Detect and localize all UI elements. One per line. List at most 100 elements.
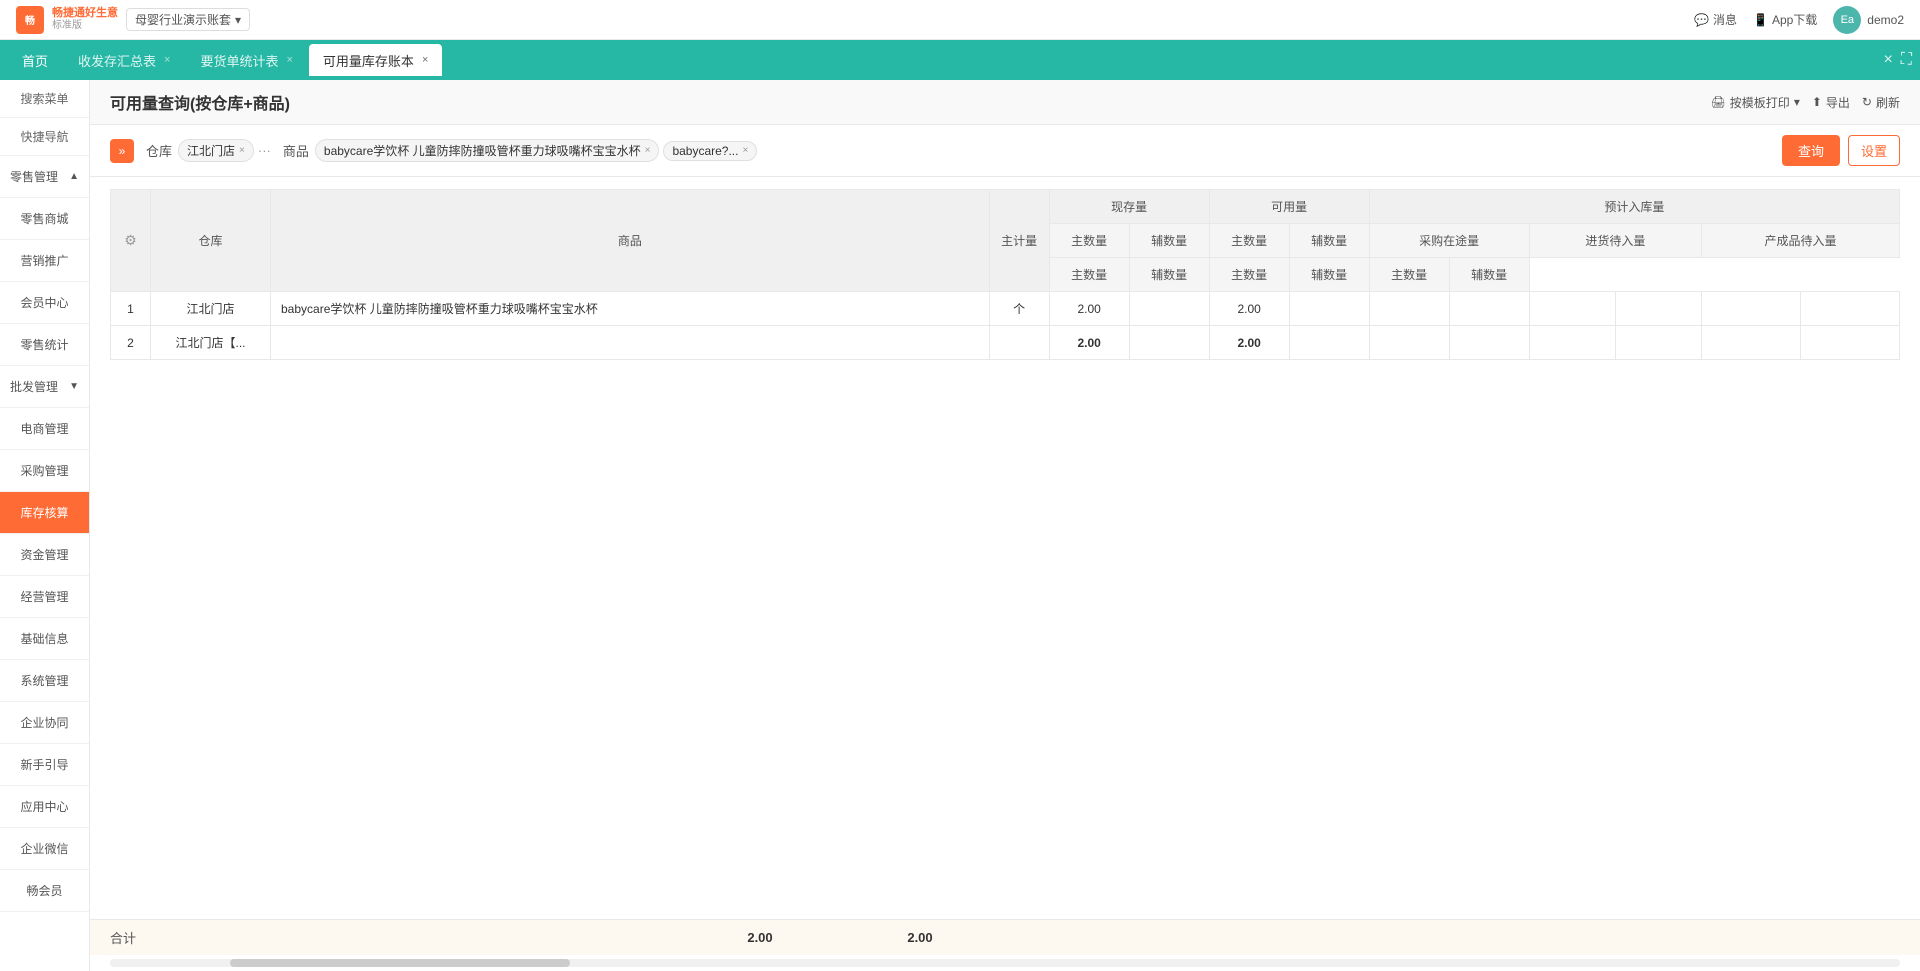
tab-close-all-btn[interactable]: × <box>1883 51 1892 69</box>
export-btn[interactable]: ⬆ 导出 <box>1812 94 1850 111</box>
sidebar-search-label: 搜索菜单 <box>20 92 68 106</box>
tab-available-label: 可用量库存账本 <box>323 51 414 70</box>
sidebar-item-finance[interactable]: 资金管理 <box>0 534 89 576</box>
col-avail-main-header: 主数量 <box>1209 224 1289 258</box>
sidebar-item-enterprise[interactable]: 企业协同 <box>0 702 89 744</box>
print-label: 按模板打印 <box>1730 94 1790 111</box>
row1-unit: 个 <box>989 292 1049 326</box>
row1-inbound-aux <box>1615 292 1701 326</box>
col-finished-main-header: 主数量 <box>1369 258 1449 292</box>
row1-index: 1 <box>111 292 151 326</box>
main-layout: 搜索菜单 快捷导航 零售管理 ▲ 零售商城 营销推广 会员中心 零售统计 批发管… <box>0 80 1920 971</box>
sidebar-item-app-center[interactable]: 应用中心 <box>0 786 89 828</box>
product-tag2-close[interactable]: × <box>742 145 748 156</box>
store-selector[interactable]: 母婴行业演示账套 ▾ <box>126 8 250 31</box>
tab-receive[interactable]: 收发存汇总表 × <box>64 44 184 76</box>
app-logo: 畅 <box>16 6 44 34</box>
sidebar-item-member[interactable]: 会员中心 <box>0 282 89 324</box>
query-btn[interactable]: 查询 <box>1782 135 1840 166</box>
warehouse-tag-jiangbei[interactable]: 江北门店 × <box>178 139 254 162</box>
message-btn[interactable]: 💬 消息 <box>1694 11 1737 28</box>
sidebar-item-wechat-biz[interactable]: 企业微信 <box>0 828 89 870</box>
refresh-btn[interactable]: ↻ 刷新 <box>1862 94 1900 111</box>
row1-stock-aux <box>1129 292 1209 326</box>
product-tag-babycare[interactable]: babycare学饮杯 儿童防摔防撞吸管杯重力球吸嘴杯宝宝水杯 × <box>315 139 660 162</box>
sidebar-item-ecommerce[interactable]: 电商管理 <box>0 408 89 450</box>
product-tags: babycare学饮杯 儿童防摔防撞吸管杯重力球吸嘴杯宝宝水杯 × babyca… <box>315 139 757 162</box>
warehouse-tags: 江北门店 × ··· <box>178 139 271 162</box>
footer-total-label: 合计 <box>110 928 210 947</box>
row1-purchase-aux <box>1449 292 1529 326</box>
col-inbound-main-header: 主数量 <box>1209 258 1289 292</box>
tab-receive-close[interactable]: × <box>164 54 170 66</box>
col-purchase-main-header: 主数量 <box>1049 258 1129 292</box>
col-gear: ⚙ <box>111 190 151 292</box>
gear-icon[interactable]: ⚙ <box>124 232 137 248</box>
warehouse-tag-close[interactable]: × <box>239 145 245 156</box>
tab-available-close[interactable]: × <box>422 54 428 66</box>
row2-index: 2 <box>111 326 151 360</box>
sidebar-item-operation[interactable]: 经营管理 <box>0 576 89 618</box>
table-row: 1 江北门店 babycare学饮杯 儿童防摔防撞吸管杯重力球吸嘴杯宝宝水杯 个… <box>111 292 1900 326</box>
col-finished-aux-header: 辅数量 <box>1449 258 1529 292</box>
tab-available[interactable]: 可用量库存账本 × <box>309 44 442 76</box>
horizontal-scrollbar[interactable] <box>110 959 1900 967</box>
product-tag2-text: babycare?... <box>672 144 738 158</box>
sidebar-item-purchase[interactable]: 采购管理 <box>0 450 89 492</box>
tab-fullscreen-btn[interactable]: ⛶ <box>1901 51 1912 69</box>
page-title: 可用量查询(按仓库+商品) <box>110 90 290 114</box>
tab-order-stat-label: 要货单统计表 <box>200 51 278 70</box>
product-filter-label: 商品 <box>283 141 309 160</box>
warehouse-more-dots[interactable]: ··· <box>258 143 271 158</box>
print-btn[interactable]: 🖨 按模板打印 ▾ <box>1711 94 1800 111</box>
row2-stock-main: 2.00 <box>1049 326 1129 360</box>
sidebar-item-marketing[interactable]: 营销推广 <box>0 240 89 282</box>
refresh-label: 刷新 <box>1876 94 1900 111</box>
tab-order-stat[interactable]: 要货单统计表 × <box>186 44 306 76</box>
sidebar: 搜索菜单 快捷导航 零售管理 ▲ 零售商城 营销推广 会员中心 零售统计 批发管… <box>0 80 90 971</box>
settings-btn[interactable]: 设置 <box>1848 135 1900 166</box>
product-tag-close[interactable]: × <box>645 145 651 156</box>
sidebar-item-retail-stats[interactable]: 零售统计 <box>0 324 89 366</box>
print-icon: 🖨 <box>1711 95 1726 109</box>
row2-purchase-main <box>1369 326 1449 360</box>
top-bar: 畅 畅捷通好生意 标准版 母婴行业演示账套 ▾ 💬 消息 📱 App下载 Ea … <box>0 0 1920 40</box>
app-subtitle: 标准版 <box>52 20 118 32</box>
tab-home[interactable]: 首页 <box>8 44 62 76</box>
warehouse-filter: 仓库 江北门店 × ··· <box>146 139 271 162</box>
row2-purchase-aux <box>1449 326 1529 360</box>
sidebar-item-wholesale-mgmt[interactable]: 批发管理 ▼ <box>0 366 89 408</box>
sidebar-item-newbie[interactable]: 新手引导 <box>0 744 89 786</box>
tab-order-stat-close[interactable]: × <box>286 54 292 66</box>
col-inbound-header: 进货待入量 <box>1529 224 1701 258</box>
table-header-row1: ⚙ 仓库 商品 主计量 现存量 可用量 预计入库量 <box>111 190 1900 224</box>
sidebar-item-retail-mall[interactable]: 零售商城 <box>0 198 89 240</box>
page-actions: 🖨 按模板打印 ▾ ⬆ 导出 ↻ 刷新 <box>1711 94 1900 111</box>
app-download-btn[interactable]: 📱 App下载 <box>1753 11 1817 28</box>
quick-nav-label: 快捷导航 <box>20 130 68 144</box>
sidebar-item-inventory[interactable]: 库存核算 <box>0 492 89 534</box>
row2-unit <box>989 326 1049 360</box>
expand-filter-btn[interactable]: » <box>110 139 134 163</box>
refresh-icon: ↻ <box>1862 95 1872 109</box>
warehouse-tag-text: 江北门店 <box>187 142 235 159</box>
scrollbar-area <box>90 955 1920 971</box>
row1-stock-main: 2.00 <box>1049 292 1129 326</box>
scrollbar-thumb[interactable] <box>230 959 570 967</box>
product-tag-babycare2[interactable]: babycare?... × <box>663 141 757 161</box>
table-body: 1 江北门店 babycare学饮杯 儿童防摔防撞吸管杯重力球吸嘴杯宝宝水杯 个… <box>111 292 1900 360</box>
col-purchase-header: 采购在途量 <box>1369 224 1529 258</box>
sidebar-search[interactable]: 搜索菜单 <box>0 80 89 118</box>
row2-finished-main <box>1702 326 1801 360</box>
filter-actions: 查询 设置 <box>1782 135 1900 166</box>
sidebar-item-vip[interactable]: 畅会员 <box>0 870 89 912</box>
sidebar-item-system[interactable]: 系统管理 <box>0 660 89 702</box>
filter-bar: » 仓库 江北门店 × ··· 商品 babycare学饮杯 儿童防摔防撞吸管杯… <box>90 125 1920 177</box>
warehouse-filter-label: 仓库 <box>146 141 172 160</box>
sidebar-quick-nav[interactable]: 快捷导航 <box>0 118 89 156</box>
row2-stock-aux <box>1129 326 1209 360</box>
table-footer: 合计 2.00 2.00 <box>90 919 1920 955</box>
sidebar-item-basic[interactable]: 基础信息 <box>0 618 89 660</box>
user-menu[interactable]: Ea demo2 <box>1833 6 1904 34</box>
sidebar-item-retail-mgmt[interactable]: 零售管理 ▲ <box>0 156 89 198</box>
